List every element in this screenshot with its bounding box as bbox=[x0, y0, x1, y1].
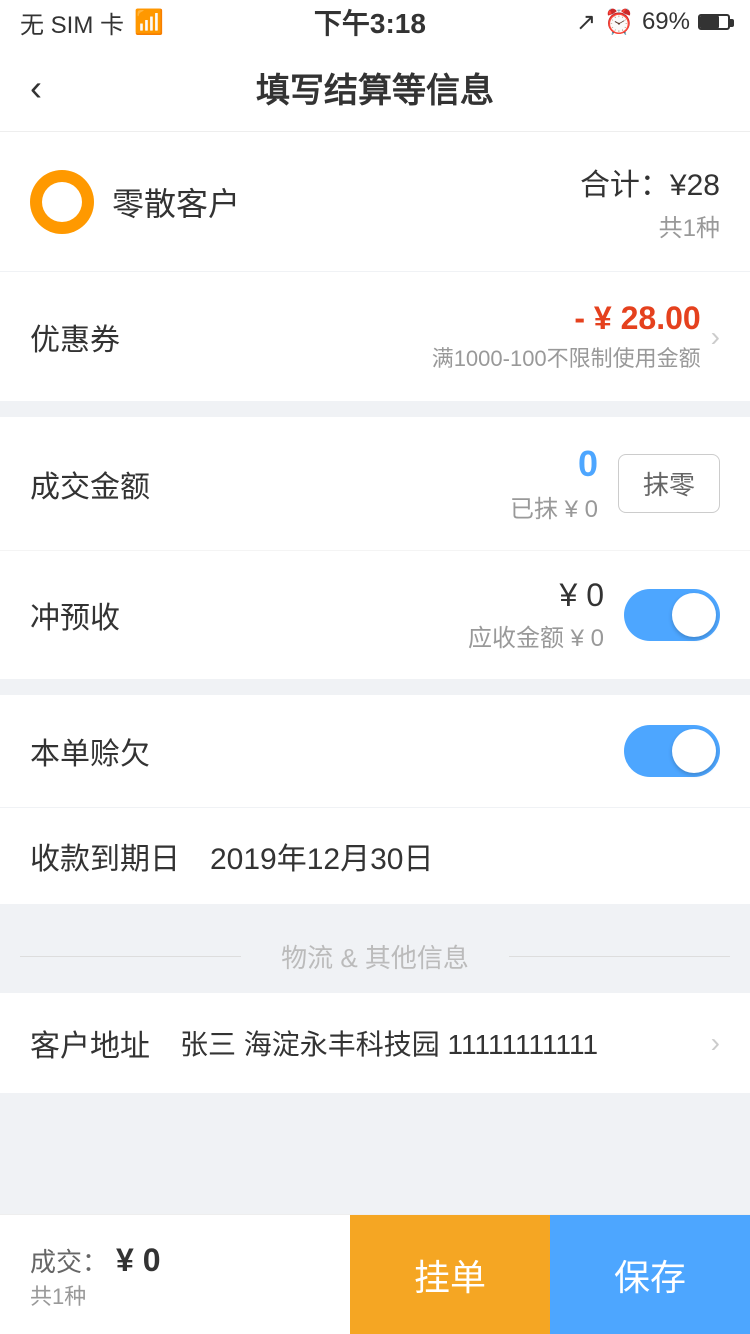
coupon-label: 优惠券 bbox=[30, 315, 120, 359]
prepay-sub: 应收金额 ¥ 0 bbox=[468, 618, 604, 653]
logistics-line-left bbox=[20, 956, 241, 957]
status-right: ↗ ⏰ 69% bbox=[576, 8, 730, 37]
transaction-label: 成交金额 bbox=[30, 462, 150, 506]
pending-button[interactable]: 挂单 bbox=[350, 1215, 550, 1334]
prepay-row: 冲预收 ¥ 0 应收金额 ¥ 0 bbox=[0, 551, 750, 679]
debt-card: 本单赊欠 收款到期日 2019年12月30日 bbox=[0, 695, 750, 904]
transaction-amount-col: 0 已抹 ¥ 0 bbox=[510, 443, 598, 524]
prepay-toggle[interactable] bbox=[624, 589, 720, 641]
coupon-info: - ¥ 28.00 满1000-100不限制使用金额 bbox=[432, 300, 701, 373]
total-count: 共1种 bbox=[580, 208, 720, 243]
address-value: 张三 海淀永丰科技园 11111111111 bbox=[180, 1023, 711, 1063]
back-button[interactable]: ‹ bbox=[30, 67, 42, 109]
logistics-line-right bbox=[509, 956, 730, 957]
bottom-summary-title: 成交： bbox=[30, 1242, 108, 1279]
page-title: 填写结算等信息 bbox=[256, 63, 494, 112]
debt-toggle-knob bbox=[672, 729, 716, 773]
address-label: 客户地址 bbox=[30, 1021, 150, 1065]
logistics-label: 物流 & 其他信息 bbox=[281, 938, 469, 975]
debt-row: 本单赊欠 bbox=[0, 695, 750, 807]
bottom-summary-amount: ¥ 0 bbox=[116, 1242, 160, 1279]
transaction-row: 成交金额 0 已抹 ¥ 0 抹零 bbox=[0, 417, 750, 551]
due-date-value: 2019年12月30日 bbox=[210, 834, 433, 878]
avatar-inner bbox=[42, 182, 82, 222]
coupon-row[interactable]: 优惠券 - ¥ 28.00 满1000-100不限制使用金额 › bbox=[0, 271, 750, 401]
customer-left: 零散客户 bbox=[30, 170, 240, 234]
prepay-right: ¥ 0 应收金额 ¥ 0 bbox=[468, 577, 720, 653]
customer-right: 合计：¥28 共1种 bbox=[580, 160, 720, 243]
prepay-label: 冲预收 bbox=[30, 593, 120, 637]
sim-text: 无 SIM 卡 bbox=[20, 5, 124, 40]
transaction-right: 0 已抹 ¥ 0 抹零 bbox=[510, 443, 720, 524]
customer-avatar bbox=[30, 170, 94, 234]
due-date-label: 收款到期日 bbox=[30, 834, 180, 878]
customer-row: 零散客户 合计：¥28 共1种 bbox=[0, 132, 750, 271]
transaction-sub: 已抹 ¥ 0 bbox=[510, 489, 598, 524]
customer-name: 零散客户 bbox=[112, 179, 240, 225]
main-content: 零散客户 合计：¥28 共1种 优惠券 - ¥ 28.00 满1000-100不… bbox=[0, 132, 750, 1249]
due-date-row: 收款到期日 2019年12月30日 bbox=[0, 807, 750, 904]
prepay-toggle-knob bbox=[672, 593, 716, 637]
battery-percent: 69% bbox=[642, 8, 690, 36]
nav-bar: ‹ 填写结算等信息 bbox=[0, 44, 750, 132]
battery-icon bbox=[698, 14, 730, 30]
address-chevron-icon: › bbox=[711, 1027, 720, 1059]
debt-toggle[interactable] bbox=[624, 725, 720, 777]
prepay-amounts: ¥ 0 应收金额 ¥ 0 bbox=[468, 577, 604, 653]
bottom-bar: 成交： ¥ 0 共1种 挂单 保存 bbox=[0, 1214, 750, 1334]
status-bar: 无 SIM 卡 📶 下午3:18 ↗ ⏰ 69% bbox=[0, 0, 750, 44]
alarm-icon: ⏰ bbox=[604, 8, 634, 37]
coupon-desc: 满1000-100不限制使用金额 bbox=[432, 341, 701, 373]
total-amount: 合计：¥28 bbox=[580, 160, 720, 204]
logistics-card: 物流 & 其他信息 客户地址 张三 海淀永丰科技园 11111111111 › bbox=[0, 920, 750, 1093]
wifi-icon: 📶 bbox=[134, 8, 164, 37]
coupon-right: - ¥ 28.00 满1000-100不限制使用金额 › bbox=[432, 300, 720, 373]
status-time: 下午3:18 bbox=[314, 2, 426, 42]
transaction-card: 成交金额 0 已抹 ¥ 0 抹零 冲预收 ¥ 0 应收金额 ¥ 0 bbox=[0, 417, 750, 679]
transaction-amount: 0 bbox=[510, 443, 598, 485]
save-button[interactable]: 保存 bbox=[550, 1215, 750, 1334]
customer-card: 零散客户 合计：¥28 共1种 优惠券 - ¥ 28.00 满1000-100不… bbox=[0, 132, 750, 401]
address-row[interactable]: 客户地址 张三 海淀永丰科技园 11111111111 › bbox=[0, 993, 750, 1093]
logistics-divider: 物流 & 其他信息 bbox=[0, 920, 750, 993]
coupon-chevron-icon: › bbox=[711, 321, 720, 353]
location-icon: ↗ bbox=[576, 8, 596, 37]
round-off-button[interactable]: 抹零 bbox=[618, 454, 720, 513]
prepay-amount: ¥ 0 bbox=[468, 577, 604, 614]
status-left: 无 SIM 卡 📶 bbox=[20, 5, 164, 40]
bottom-summary-count: 共1种 bbox=[30, 1279, 350, 1311]
bottom-summary: 成交： ¥ 0 共1种 bbox=[0, 1238, 350, 1311]
coupon-amount: - ¥ 28.00 bbox=[432, 300, 701, 337]
debt-label: 本单赊欠 bbox=[30, 729, 150, 773]
